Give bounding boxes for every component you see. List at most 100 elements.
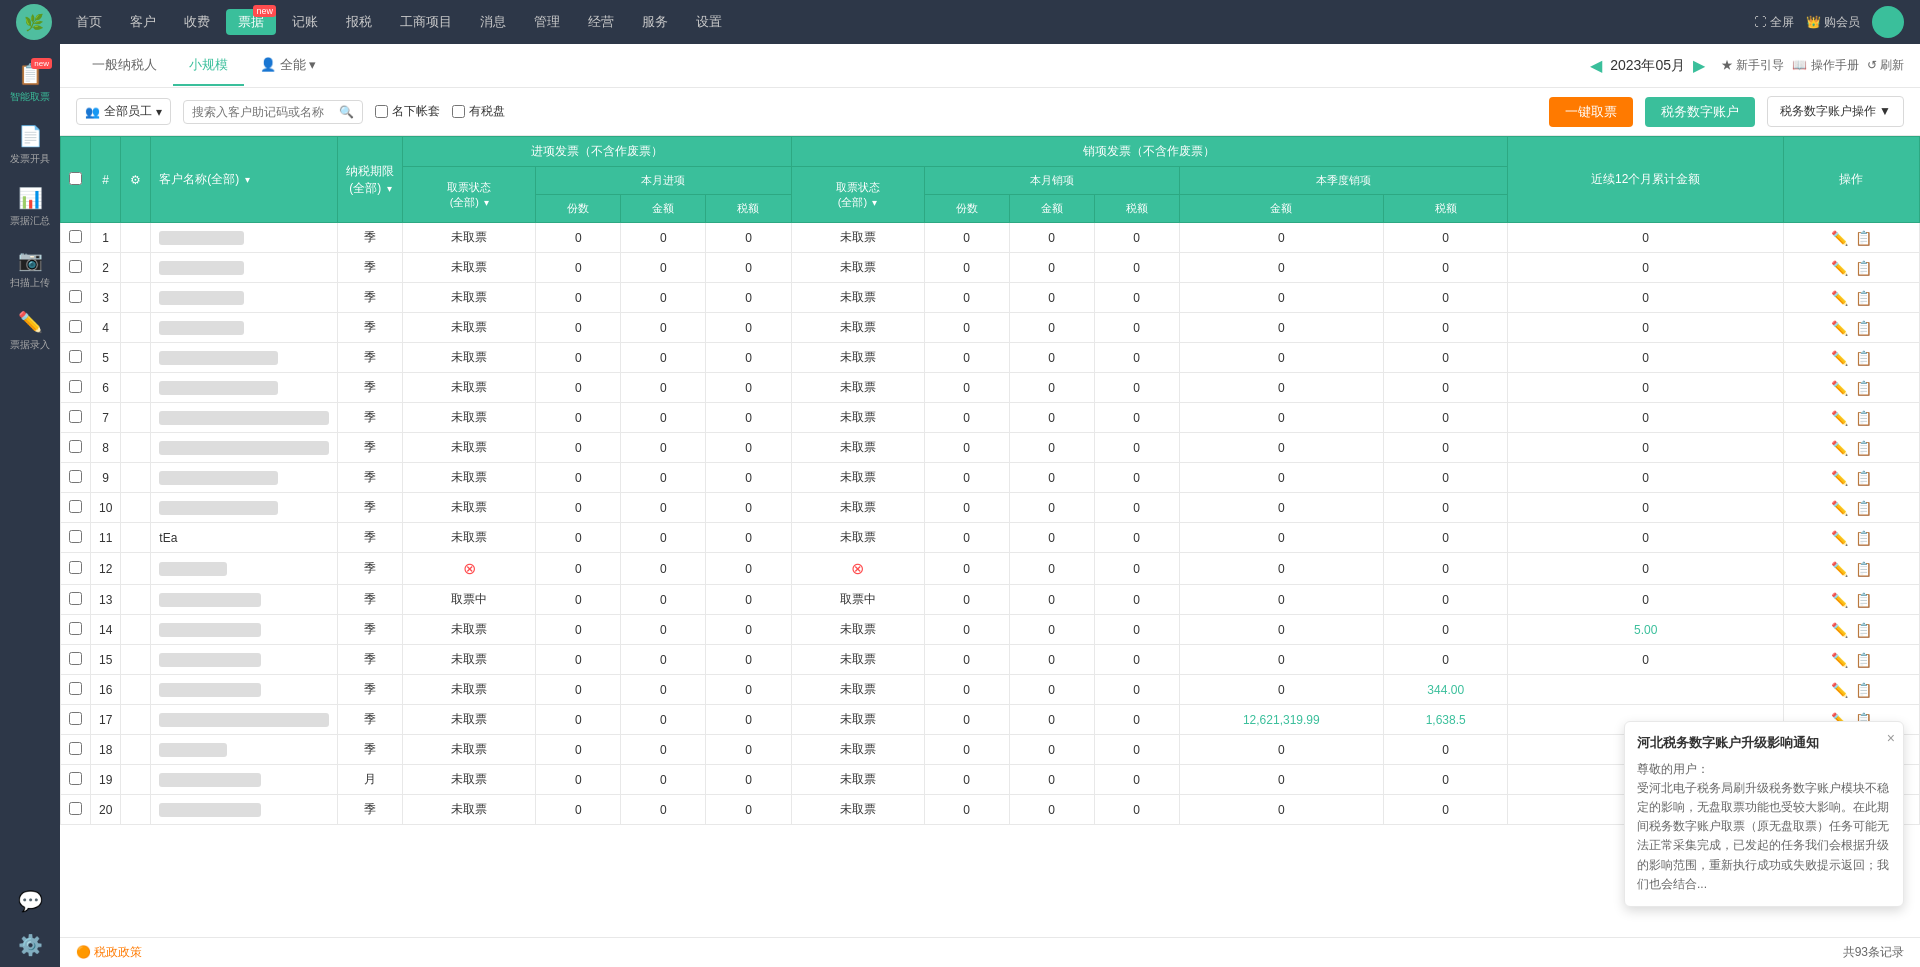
tax-ops-btn[interactable]: 税务数字账户操作 ▼	[1767, 96, 1904, 127]
edit-icon[interactable]: ✏️	[1831, 230, 1848, 246]
sidebar-item-open-invoice[interactable]: 📄 发票开具	[0, 114, 60, 176]
edit-icon[interactable]: ✏️	[1831, 380, 1848, 396]
nav-manage[interactable]: 管理	[522, 9, 572, 35]
td-checkbox[interactable]	[61, 463, 91, 493]
q-amount-link[interactable]: 12,621,319.99	[1243, 713, 1320, 727]
td-checkbox[interactable]	[61, 615, 91, 645]
select-all-checkbox[interactable]	[69, 172, 82, 185]
row-checkbox[interactable]	[69, 772, 82, 785]
edit-icon[interactable]: ✏️	[1831, 652, 1848, 668]
nav-tax[interactable]: 报税	[334, 9, 384, 35]
row-checkbox[interactable]	[69, 230, 82, 243]
checkbox-tax-disk-input[interactable]	[452, 105, 465, 118]
copy-icon[interactable]: 📋	[1855, 682, 1872, 698]
row-checkbox[interactable]	[69, 682, 82, 695]
row-checkbox[interactable]	[69, 440, 82, 453]
copy-icon[interactable]: 📋	[1855, 380, 1872, 396]
sidebar-item-scan[interactable]: 📷 扫描上传	[0, 238, 60, 300]
sidebar-item-settings[interactable]: ⚙️	[0, 923, 60, 967]
nav-service[interactable]: 服务	[630, 9, 680, 35]
copy-icon[interactable]: 📋	[1855, 500, 1872, 516]
td-checkbox[interactable]	[61, 253, 91, 283]
copy-icon[interactable]: 📋	[1855, 592, 1872, 608]
nav-fee[interactable]: 收费	[172, 9, 222, 35]
td-checkbox[interactable]	[61, 283, 91, 313]
td-checkbox[interactable]	[61, 705, 91, 735]
nav-customer[interactable]: 客户	[118, 9, 168, 35]
edit-icon[interactable]: ✏️	[1831, 622, 1848, 638]
q-tax-link[interactable]: 1,638.5	[1426, 713, 1466, 727]
edit-icon[interactable]: ✏️	[1831, 350, 1848, 366]
th-checkbox[interactable]	[61, 137, 91, 223]
nav-setting[interactable]: 设置	[684, 9, 734, 35]
row-checkbox[interactable]	[69, 561, 82, 574]
copy-icon[interactable]: 📋	[1855, 652, 1872, 668]
nav-operation[interactable]: 经营	[576, 9, 626, 35]
copy-icon[interactable]: 📋	[1855, 350, 1872, 366]
th-tax-period[interactable]: 纳税期限(全部) ▾	[338, 137, 403, 223]
tab-all[interactable]: 👤 全能 ▾	[244, 46, 332, 86]
refresh-btn[interactable]: ↺ 刷新	[1867, 57, 1904, 74]
one-click-btn[interactable]: 一键取票	[1549, 97, 1633, 127]
td-checkbox[interactable]	[61, 343, 91, 373]
year-total-link[interactable]: 5.00	[1634, 623, 1657, 637]
tab-small-scale[interactable]: 小规模	[173, 46, 244, 86]
copy-icon[interactable]: 📋	[1855, 440, 1872, 456]
fullscreen-btn[interactable]: ⛶ 全屏	[1754, 14, 1793, 31]
row-checkbox[interactable]	[69, 320, 82, 333]
row-checkbox[interactable]	[69, 530, 82, 543]
next-month-btn[interactable]: ▶	[1693, 56, 1705, 75]
nav-message[interactable]: 消息	[468, 9, 518, 35]
td-checkbox[interactable]	[61, 553, 91, 585]
td-checkbox[interactable]	[61, 433, 91, 463]
edit-icon[interactable]: ✏️	[1831, 500, 1848, 516]
prev-month-btn[interactable]: ◀	[1590, 56, 1602, 75]
td-checkbox[interactable]	[61, 675, 91, 705]
sidebar-item-msg[interactable]: 💬	[0, 879, 60, 923]
notification-close-btn[interactable]: ×	[1887, 730, 1895, 746]
td-checkbox[interactable]	[61, 373, 91, 403]
checkbox-account-input[interactable]	[375, 105, 388, 118]
vip-btn[interactable]: 👑 购会员	[1806, 14, 1860, 31]
nav-home[interactable]: 首页	[64, 9, 114, 35]
user-avatar[interactable]	[1872, 6, 1904, 38]
row-checkbox[interactable]	[69, 350, 82, 363]
copy-icon[interactable]: 📋	[1855, 260, 1872, 276]
row-checkbox[interactable]	[69, 410, 82, 423]
nav-invoice[interactable]: 票据 new	[226, 9, 276, 35]
edit-icon[interactable]: ✏️	[1831, 682, 1848, 698]
edit-icon[interactable]: ✏️	[1831, 320, 1848, 336]
manual-btn[interactable]: 📖 操作手册	[1792, 57, 1858, 74]
edit-icon[interactable]: ✏️	[1831, 260, 1848, 276]
row-checkbox[interactable]	[69, 622, 82, 635]
row-checkbox[interactable]	[69, 500, 82, 513]
sidebar-item-smart-ticket[interactable]: 📋 智能取票 new	[0, 52, 60, 114]
new-guide-btn[interactable]: ★ 新手引导	[1721, 57, 1784, 74]
nav-accounting[interactable]: 记账	[280, 9, 330, 35]
tax-policy-btn[interactable]: 🟠 税政政策	[76, 944, 142, 961]
row-checkbox[interactable]	[69, 802, 82, 815]
th-name[interactable]: 客户名称(全部) ▾	[151, 137, 338, 223]
row-checkbox[interactable]	[69, 652, 82, 665]
copy-icon[interactable]: 📋	[1855, 470, 1872, 486]
nav-business[interactable]: 工商项目	[388, 9, 464, 35]
row-checkbox[interactable]	[69, 592, 82, 605]
edit-icon[interactable]: ✏️	[1831, 470, 1848, 486]
tax-digital-btn[interactable]: 税务数字账户	[1645, 97, 1755, 127]
th-in-status[interactable]: 取票状态(全部) ▾	[403, 167, 536, 223]
copy-icon[interactable]: 📋	[1855, 290, 1872, 306]
td-checkbox[interactable]	[61, 735, 91, 765]
edit-icon[interactable]: ✏️	[1831, 440, 1848, 456]
td-checkbox[interactable]	[61, 795, 91, 825]
td-checkbox[interactable]	[61, 645, 91, 675]
checkbox-tax-disk[interactable]: 有税盘	[452, 103, 505, 120]
sidebar-item-summary[interactable]: 📊 票据汇总	[0, 176, 60, 238]
td-checkbox[interactable]	[61, 223, 91, 253]
edit-icon[interactable]: ✏️	[1831, 290, 1848, 306]
edit-icon[interactable]: ✏️	[1831, 592, 1848, 608]
edit-icon[interactable]: ✏️	[1831, 530, 1848, 546]
copy-icon[interactable]: 📋	[1855, 230, 1872, 246]
copy-icon[interactable]: 📋	[1855, 561, 1872, 577]
q-tax-link[interactable]: 344.00	[1427, 683, 1464, 697]
row-checkbox[interactable]	[69, 260, 82, 273]
